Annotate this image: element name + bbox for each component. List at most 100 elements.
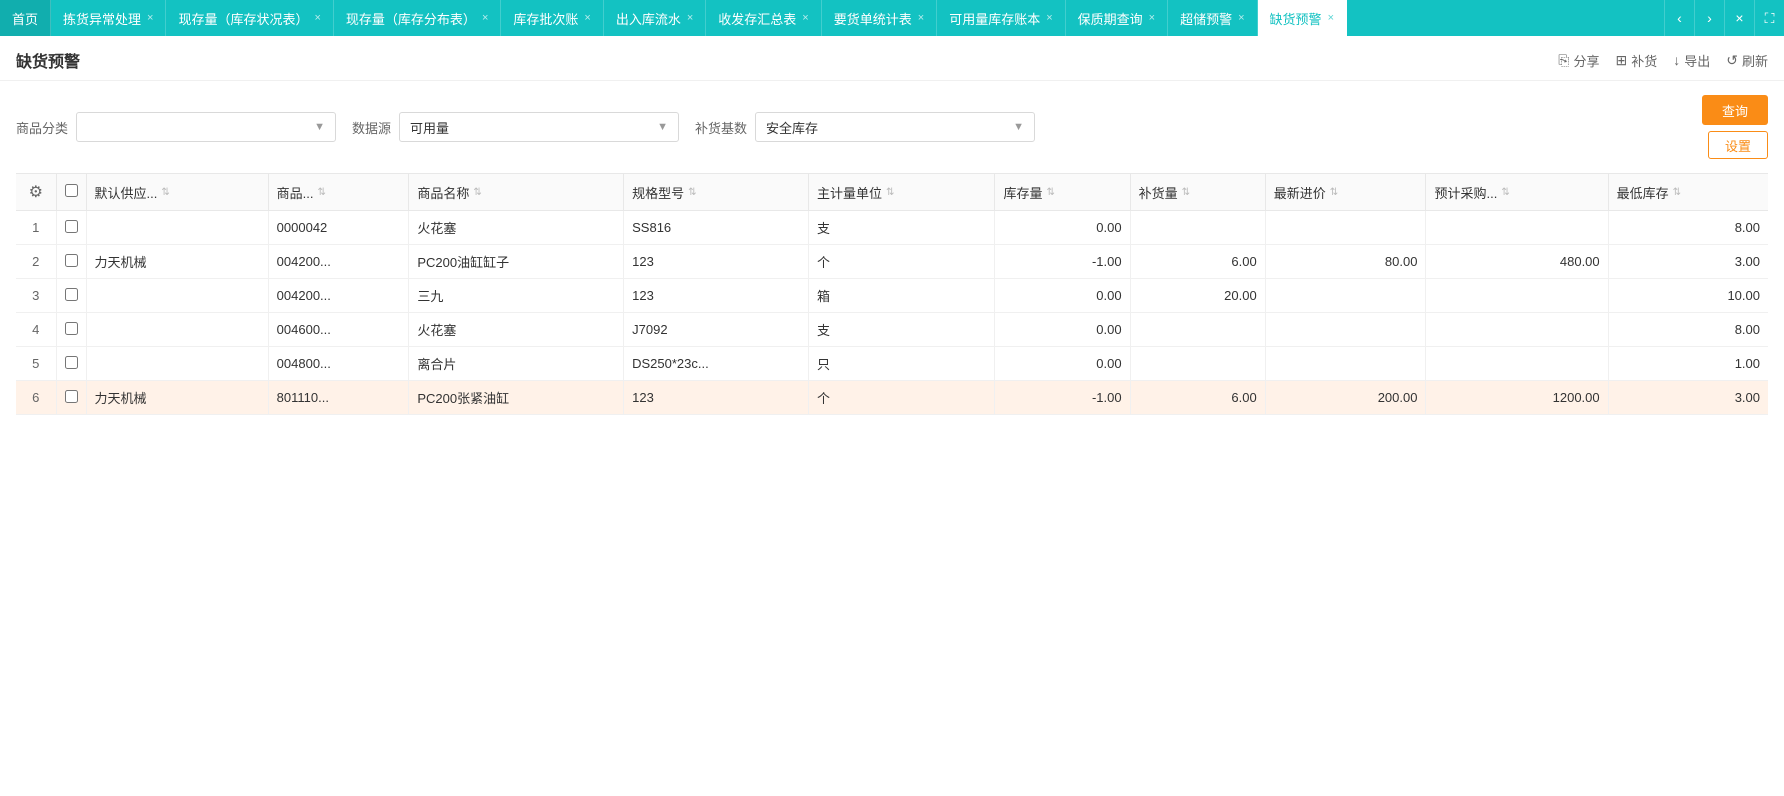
- query-button[interactable]: 查询: [1702, 95, 1768, 125]
- nav-maximize-button[interactable]: ⛶: [1754, 0, 1784, 36]
- tab-available-account[interactable]: 可用量库存账本 ×: [937, 0, 1065, 36]
- category-label: 商品分类: [16, 118, 68, 137]
- row-checkbox-cell: [56, 347, 86, 381]
- row-product-name: PC200油缸缸子: [409, 245, 624, 279]
- sort-icon[interactable]: ⇅: [1182, 187, 1190, 198]
- row-stock: 0.00: [995, 211, 1130, 245]
- close-icon[interactable]: ×: [482, 12, 488, 24]
- nav-next-button[interactable]: ›: [1694, 0, 1724, 36]
- sort-icon[interactable]: ⇅: [1501, 187, 1509, 198]
- replenish-base-label: 补货基数: [695, 118, 747, 137]
- table-body: 1 0000042 火花塞 SS816 支 0.00 8.00 2 力天机械 0…: [16, 211, 1768, 415]
- close-icon[interactable]: ×: [802, 12, 808, 24]
- replenish-button[interactable]: ⊞ 补货: [1615, 51, 1657, 70]
- sort-icon[interactable]: ⇅: [473, 187, 481, 198]
- nav-prev-button[interactable]: ‹: [1664, 0, 1694, 36]
- close-icon[interactable]: ×: [147, 12, 153, 24]
- row-checkbox[interactable]: [65, 220, 78, 233]
- close-icon[interactable]: ×: [687, 12, 693, 24]
- row-product-code: 004200...: [268, 279, 409, 313]
- page-title: 缺货预警: [16, 48, 80, 72]
- row-checkbox[interactable]: [65, 356, 78, 369]
- th-unit-label: 主计量单位: [817, 183, 882, 202]
- close-icon[interactable]: ×: [314, 12, 320, 24]
- close-icon[interactable]: ×: [1328, 12, 1334, 24]
- row-spec: 123: [624, 245, 809, 279]
- table-row: 2 力天机械 004200... PC200油缸缸子 123 个 -1.00 6…: [16, 245, 1768, 279]
- row-est-purchase: [1426, 347, 1608, 381]
- th-min-stock: 最低库存 ⇅: [1608, 174, 1768, 211]
- th-supplier: 默认供应... ⇅: [86, 174, 268, 211]
- row-product-code: 004600...: [268, 313, 409, 347]
- gear-icon[interactable]: ⚙: [29, 184, 43, 201]
- category-select[interactable]: ▼: [76, 112, 336, 142]
- th-spec-label: 规格型号: [632, 183, 684, 202]
- table-container: ⚙ 默认供应... ⇅ 商品... ⇅: [0, 173, 1784, 431]
- row-index: 3: [16, 279, 56, 313]
- select-all-checkbox[interactable]: [65, 184, 78, 197]
- refresh-button[interactable]: ↺ 刷新: [1726, 51, 1768, 70]
- row-spec: 123: [624, 381, 809, 415]
- row-supplier: [86, 279, 268, 313]
- row-spec: DS250*23c...: [624, 347, 809, 381]
- row-checkbox-cell: [56, 245, 86, 279]
- table-header-row: ⚙ 默认供应... ⇅ 商品... ⇅: [16, 174, 1768, 211]
- row-replenish: 6.00: [1130, 381, 1265, 415]
- chevron-down-icon: ▼: [1013, 121, 1024, 133]
- sort-icon[interactable]: ⇅: [161, 187, 169, 198]
- sort-icon[interactable]: ⇅: [1330, 187, 1338, 198]
- row-checkbox-cell: [56, 313, 86, 347]
- row-product-name: 火花塞: [409, 313, 624, 347]
- refresh-icon: ↺: [1726, 52, 1738, 69]
- tab-batch-account[interactable]: 库存批次账 ×: [501, 0, 603, 36]
- export-button[interactable]: ↓ 导出: [1673, 51, 1710, 70]
- tab-expiry[interactable]: 保质期查询 ×: [1066, 0, 1168, 36]
- tab-overstock[interactable]: 超储预警 ×: [1168, 0, 1257, 36]
- close-icon[interactable]: ×: [918, 12, 924, 24]
- row-checkbox-cell: [56, 211, 86, 245]
- row-checkbox[interactable]: [65, 322, 78, 335]
- row-checkbox[interactable]: [65, 390, 78, 403]
- table-row: 5 004800... 离合片 DS250*23c... 只 0.00 1.00: [16, 347, 1768, 381]
- close-icon[interactable]: ×: [584, 12, 590, 24]
- row-checkbox[interactable]: [65, 288, 78, 301]
- replenish-base-select[interactable]: 安全库存 ▼: [755, 112, 1035, 142]
- row-checkbox[interactable]: [65, 254, 78, 267]
- nav-close-button[interactable]: ×: [1724, 0, 1754, 36]
- tab-order-stats[interactable]: 要货单统计表 ×: [822, 0, 937, 36]
- close-icon[interactable]: ×: [1149, 12, 1155, 24]
- tab-picking[interactable]: 拣货异常处理 ×: [51, 0, 166, 36]
- row-replenish: 20.00: [1130, 279, 1265, 313]
- sort-icon[interactable]: ⇅: [1673, 187, 1681, 198]
- row-est-purchase: 1200.00: [1426, 381, 1608, 415]
- th-est-purchase-label: 预计采购...: [1434, 183, 1497, 202]
- sort-icon[interactable]: ⇅: [886, 187, 894, 198]
- table-row: 6 力天机械 801110... PC200张紧油缸 123 个 -1.00 6…: [16, 381, 1768, 415]
- th-stock: 库存量 ⇅: [995, 174, 1130, 211]
- row-min-stock: 3.00: [1608, 381, 1768, 415]
- th-checkbox: [56, 174, 86, 211]
- tab-home[interactable]: 首页: [0, 0, 51, 36]
- sort-icon[interactable]: ⇅: [688, 187, 696, 198]
- row-index: 1: [16, 211, 56, 245]
- datasource-select[interactable]: 可用量 ▼: [399, 112, 679, 142]
- share-button[interactable]: ⎘ 分享: [1558, 51, 1599, 70]
- tab-flow[interactable]: 出入库流水 ×: [604, 0, 706, 36]
- row-est-purchase: [1426, 211, 1608, 245]
- table-row: 1 0000042 火花塞 SS816 支 0.00 8.00: [16, 211, 1768, 245]
- export-icon: ↓: [1673, 52, 1680, 68]
- th-est-purchase: 预计采购... ⇅: [1426, 174, 1608, 211]
- sort-icon[interactable]: ⇅: [318, 187, 326, 198]
- tab-summary[interactable]: 收发存汇总表 ×: [706, 0, 821, 36]
- settings-button[interactable]: 设置: [1708, 131, 1768, 159]
- row-unit: 只: [809, 347, 995, 381]
- sort-icon[interactable]: ⇅: [1046, 187, 1054, 198]
- close-icon[interactable]: ×: [1238, 12, 1244, 24]
- category-filter-group: 商品分类 ▼: [16, 112, 336, 142]
- th-stock-label: 库存量: [1003, 183, 1042, 202]
- tab-inventory-dist[interactable]: 现存量（库存分布表） ×: [334, 0, 501, 36]
- close-icon[interactable]: ×: [1046, 12, 1052, 24]
- nav-controls: ‹ › × ⛶: [1664, 0, 1784, 36]
- tab-inventory-status[interactable]: 现存量（库存状况表） ×: [166, 0, 333, 36]
- tab-shortage[interactable]: 缺货预警 ×: [1258, 0, 1347, 36]
